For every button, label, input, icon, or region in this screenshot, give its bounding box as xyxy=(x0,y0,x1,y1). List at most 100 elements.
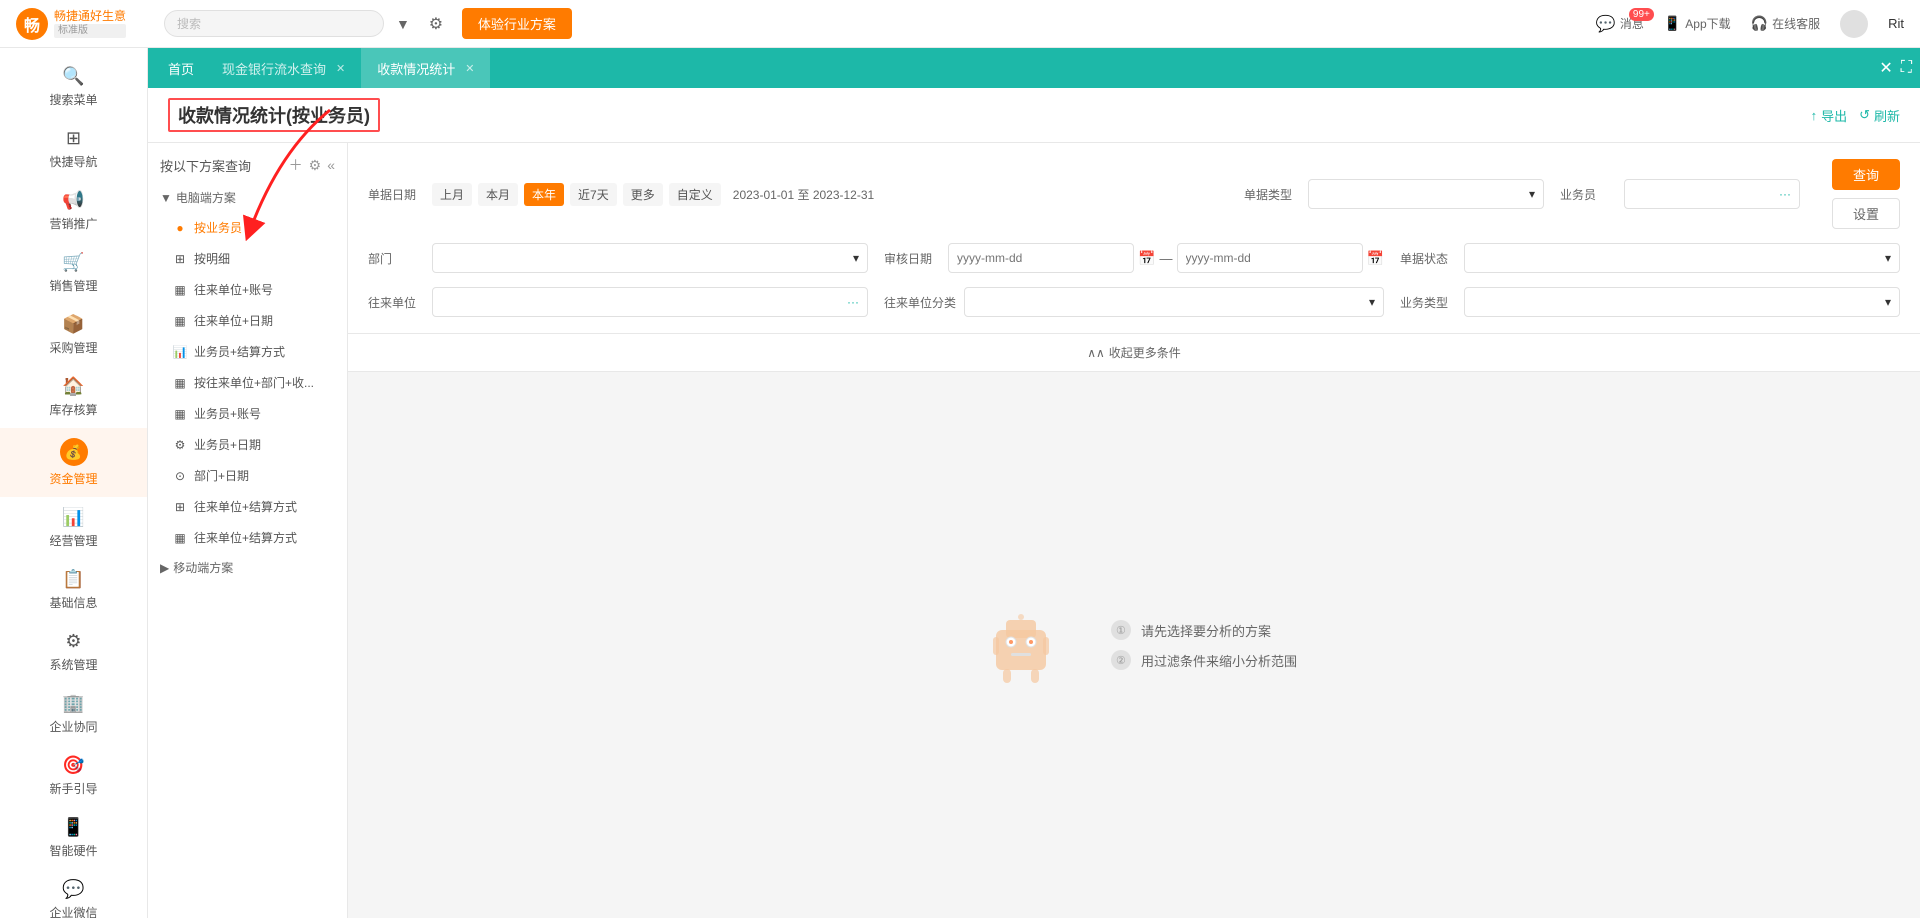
empty-hint-1: ① 请先选择要分析的方案 xyxy=(1111,620,1297,640)
partner-more-icon[interactable]: ··· xyxy=(847,295,859,309)
left-panel-add-btn[interactable]: ＋ xyxy=(289,155,303,175)
guide-icon: 🎯 xyxy=(62,755,84,776)
date-pill-this-year[interactable]: 本年 xyxy=(524,183,564,206)
sidebar-item-inventory[interactable]: 🏠 库存核算 xyxy=(0,366,147,428)
doc-status-select[interactable]: ▾ xyxy=(1464,243,1900,273)
main-layout: 🔍 搜索菜单 ⊞ 快捷导航 📢 营销推广 🛒 销售管理 📦 采购管理 🏠 库存核… xyxy=(0,0,1920,918)
salesperson-label: 业务员 xyxy=(1560,186,1616,203)
sidebar-item-corp-wechat[interactable]: 💬 企业微信 xyxy=(0,869,147,918)
review-date-end-cal-btn[interactable]: 📅 xyxy=(1367,250,1384,267)
empty-robot-illustration xyxy=(971,595,1071,695)
sidebar-item-basic-info[interactable]: 📋 基础信息 xyxy=(0,559,147,621)
tab-bar-actions: ✕ ⛶ xyxy=(1879,58,1912,78)
review-date-start-cal-btn[interactable]: 📅 xyxy=(1138,250,1155,267)
filter-dept-item: 部门 ▾ xyxy=(368,243,868,273)
sidebar-item-finance[interactable]: 💰 资金管理 xyxy=(0,428,147,497)
left-panel-settings-btn[interactable]: ⚙ xyxy=(309,155,322,175)
sidebar-item-corp[interactable]: 🏢 企业协同 xyxy=(0,683,147,745)
sidebar-item-guide[interactable]: 🎯 新手引导 xyxy=(0,745,147,807)
tab-home[interactable]: 首页 xyxy=(156,48,206,88)
filter-biz-type-item: 业务类型 ▾ xyxy=(1400,287,1900,317)
user-name: Rit xyxy=(1888,16,1904,31)
header-dropdown-btn[interactable]: ▼ xyxy=(396,16,410,32)
doc-type-select[interactable]: ▾ xyxy=(1308,179,1544,209)
date-pill-this-month[interactable]: 本月 xyxy=(478,183,518,206)
page-title-bar: 收款情况统计(按业务员) ↑ 导出 ↺ 刷新 xyxy=(148,88,1920,143)
marketing-icon: 📢 xyxy=(62,190,84,211)
biz-type-select[interactable]: ▾ xyxy=(1464,287,1900,317)
left-panel-actions: ＋ ⚙ « xyxy=(289,155,335,175)
header-right: 💬 消息 99+ 📱 App下载 🎧 在线客服 Rit xyxy=(1596,10,1904,38)
app-download-btn[interactable]: 📱 App下载 xyxy=(1664,15,1731,32)
sidebar-item-marketing[interactable]: 📢 营销推广 xyxy=(0,180,147,242)
date-pill-last-month[interactable]: 上月 xyxy=(432,183,472,206)
partner-select[interactable]: ··· xyxy=(432,287,868,317)
filter-salesperson-item: 业务员 ··· xyxy=(1560,179,1800,209)
sidebar-item-operation[interactable]: 📊 经营管理 xyxy=(0,497,147,559)
panel-item-by-detail[interactable]: ⊞ 按明细 xyxy=(148,243,347,274)
review-date-end-input[interactable] xyxy=(1177,243,1363,273)
date-pill-more[interactable]: 更多 xyxy=(623,183,663,206)
collapse-more-btn[interactable]: ∧∧ 收起更多条件 xyxy=(1087,344,1181,361)
review-date-start-input[interactable] xyxy=(948,243,1134,273)
tab-close-all-btn[interactable]: ✕ xyxy=(1879,58,1892,78)
global-search-bar[interactable]: 搜索 xyxy=(164,10,384,37)
table-icon-5: ▦ xyxy=(172,530,188,546)
panel-item-salesperson-settlement[interactable]: 📊 业务员+结算方式 xyxy=(148,336,347,367)
grid-icon-2: ⊞ xyxy=(172,499,188,515)
panel-item-partner-settlement1[interactable]: ⊞ 往来单位+结算方式 xyxy=(148,491,347,522)
query-btn[interactable]: 查询 xyxy=(1832,159,1900,190)
dept-select[interactable]: ▾ xyxy=(432,243,868,273)
mobile-section-title[interactable]: ▶ 移动端方案 xyxy=(148,553,347,582)
filter-settings-btn[interactable]: 设置 xyxy=(1832,198,1900,229)
refresh-btn[interactable]: ↺ 刷新 xyxy=(1859,106,1900,125)
review-date-label: 审核日期 xyxy=(884,250,940,267)
partner-category-select[interactable]: ▾ xyxy=(964,287,1384,317)
panel-item-partner-settlement2[interactable]: ▦ 往来单位+结算方式 xyxy=(148,522,347,553)
tab-bank-flow-close[interactable]: ✕ xyxy=(336,62,345,75)
tab-collection-stats[interactable]: 收款情况统计 ✕ xyxy=(361,48,490,88)
date-separator: — xyxy=(1160,251,1173,266)
panel-item-partner-account[interactable]: ▦ 往来单位+账号 xyxy=(148,274,347,305)
date-pill-7days[interactable]: 近7天 xyxy=(570,183,617,206)
panel-item-partner-date[interactable]: ▦ 往来单位+日期 xyxy=(148,305,347,336)
sidebar-item-smart-hw[interactable]: 📱 智能硬件 xyxy=(0,807,147,869)
tab-collection-stats-close[interactable]: ✕ xyxy=(465,62,474,75)
date-pill-custom[interactable]: 自定义 xyxy=(669,183,721,206)
tab-maximize-btn[interactable]: ⛶ xyxy=(1901,58,1912,78)
panel-item-dept-date[interactable]: ⊙ 部门+日期 xyxy=(148,460,347,491)
sidebar: 🔍 搜索菜单 ⊞ 快捷导航 📢 营销推广 🛒 销售管理 📦 采购管理 🏠 库存核… xyxy=(0,48,148,918)
header-gear-btn[interactable]: ⚙ xyxy=(422,10,450,38)
operation-icon: 📊 xyxy=(62,507,84,528)
logo-area: 畅 畅捷通好生意 标准版 xyxy=(16,8,164,40)
filter-row-3: 往来单位 ··· 往来单位分类 ▾ xyxy=(368,287,1900,317)
empty-hint-2: ② 用过滤条件来缩小分析范围 xyxy=(1111,650,1297,670)
desktop-section-title[interactable]: ▼ 电脑端方案 xyxy=(148,183,347,212)
quick-nav-icon: ⊞ xyxy=(66,128,81,149)
salesperson-more-btn[interactable]: ··· xyxy=(1779,187,1791,201)
salesperson-select[interactable]: ··· xyxy=(1624,179,1800,209)
sidebar-item-quick-nav[interactable]: ⊞ 快捷导航 xyxy=(0,118,147,180)
biz-type-chevron-icon: ▾ xyxy=(1885,295,1891,309)
message-btn[interactable]: 💬 消息 99+ xyxy=(1596,14,1644,34)
user-avatar[interactable] xyxy=(1840,10,1868,38)
left-panel-collapse-btn[interactable]: « xyxy=(327,155,335,175)
panel-item-salesperson-date[interactable]: ⚙ 业务员+日期 xyxy=(148,429,347,460)
sidebar-item-sales[interactable]: 🛒 销售管理 xyxy=(0,242,147,304)
mobile-section-arrow: ▶ xyxy=(160,561,169,575)
online-service-btn[interactable]: 🎧 在线客服 xyxy=(1751,15,1820,32)
sidebar-item-purchase[interactable]: 📦 采购管理 xyxy=(0,304,147,366)
export-btn[interactable]: ↑ 导出 xyxy=(1811,106,1848,125)
smart-hw-icon: 📱 xyxy=(62,817,84,838)
table-icon-4: ▦ xyxy=(172,406,188,422)
panel-item-partner-dept-collect[interactable]: ▦ 按往来单位+部门+收... xyxy=(148,367,347,398)
panel-item-salesperson-account[interactable]: ▦ 业务员+账号 xyxy=(148,398,347,429)
panel-item-by-salesperson[interactable]: ● 按业务员 xyxy=(148,212,347,243)
filter-doc-type-item: 单据类型 ▾ xyxy=(1244,179,1544,209)
try-industry-btn[interactable]: 体验行业方案 xyxy=(462,8,572,39)
logo-text: 畅捷通好生意 xyxy=(54,9,126,23)
sidebar-item-system[interactable]: ⚙ 系统管理 xyxy=(0,621,147,683)
filter-partner-item: 往来单位 ··· xyxy=(368,287,868,317)
sidebar-item-search-menu[interactable]: 🔍 搜索菜单 xyxy=(0,56,147,118)
tab-bank-flow[interactable]: 现金银行流水查询 ✕ xyxy=(206,48,361,88)
